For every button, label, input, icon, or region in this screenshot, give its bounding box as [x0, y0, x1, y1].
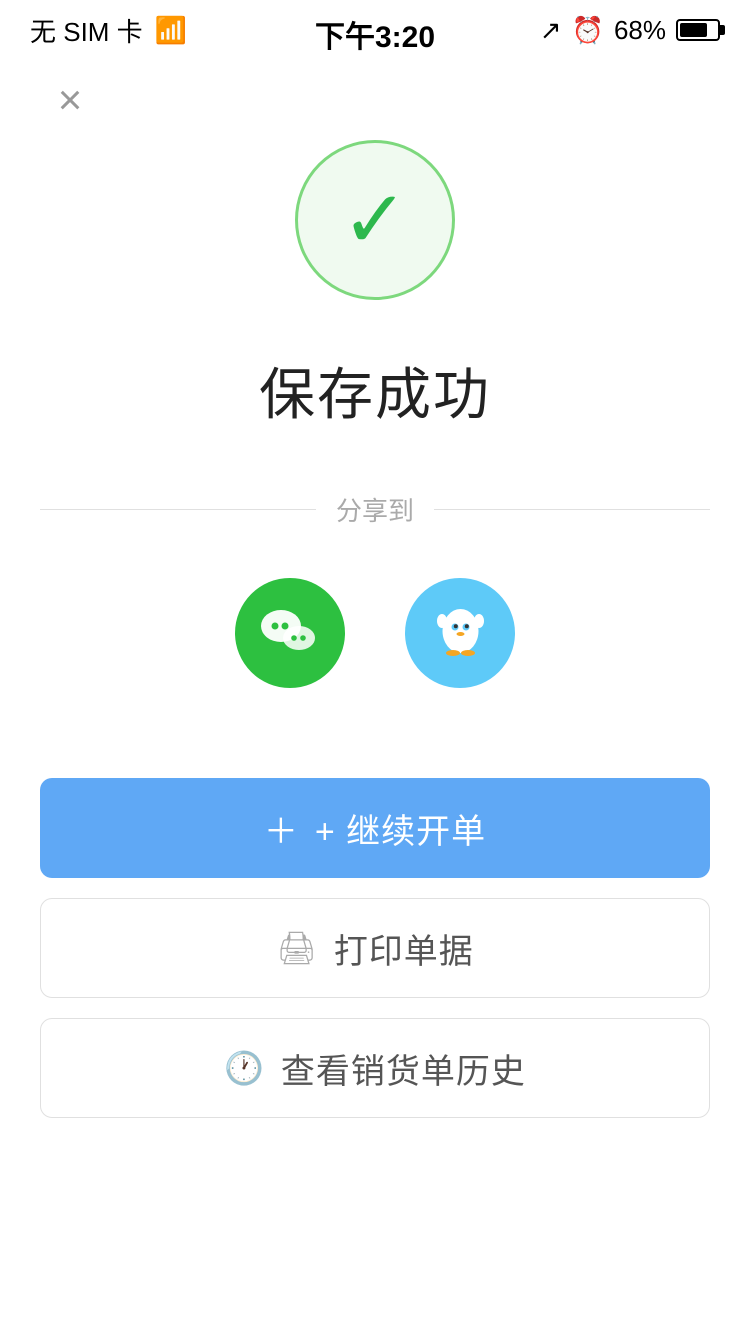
battery-bar [676, 19, 720, 41]
qq-share-button[interactable] [405, 578, 515, 688]
wechat-icon [255, 598, 325, 668]
main-content: ✓ 保存成功 分享到 [0, 60, 750, 1118]
location-icon: ↗ [540, 15, 562, 46]
close-button[interactable]: × [40, 70, 100, 130]
share-divider: 分享到 [40, 491, 710, 528]
divider-left [40, 509, 316, 510]
battery-fill [680, 23, 707, 37]
share-label: 分享到 [336, 491, 414, 528]
wechat-share-button[interactable] [235, 578, 345, 688]
divider-right [434, 509, 710, 510]
status-right: ↗ ⏰ 68% [540, 15, 720, 46]
print-label: 打印单据 [334, 924, 474, 973]
carrier-text: 无 SIM 卡 [30, 12, 143, 49]
history-label: 查看销货单历史 [281, 1044, 526, 1093]
share-section: 分享到 [0, 491, 750, 688]
battery-percent: 68% [614, 15, 666, 46]
success-title: 保存成功 [259, 350, 491, 431]
status-left: 无 SIM 卡 📶 [30, 12, 187, 49]
status-time: 下午3:20 [315, 12, 435, 56]
plus-icon: ＋ [264, 804, 299, 853]
close-icon: × [58, 79, 83, 121]
history-button[interactable]: 🕐 查看销货单历史 [40, 1018, 710, 1118]
continue-label: + 继续开单 [315, 804, 486, 853]
share-icons [40, 578, 710, 688]
clock-icon: 🕐 [224, 1049, 265, 1087]
alarm-icon: ⏰ [572, 15, 604, 46]
buttons-section: ＋ + 继续开单 🖨 打印单据 🕐 查看销货单历史 [0, 778, 750, 1118]
success-circle: ✓ [295, 140, 455, 300]
wifi-icon: 📶 [155, 15, 187, 46]
print-button[interactable]: 🖨 打印单据 [40, 898, 710, 998]
qq-icon [428, 601, 493, 666]
printer-icon: 🖨 [276, 929, 318, 967]
continue-button[interactable]: ＋ + 继续开单 [40, 778, 710, 878]
status-bar: 无 SIM 卡 📶 下午3:20 ↗ ⏰ 68% [0, 0, 750, 60]
checkmark-icon: ✓ [341, 180, 408, 260]
